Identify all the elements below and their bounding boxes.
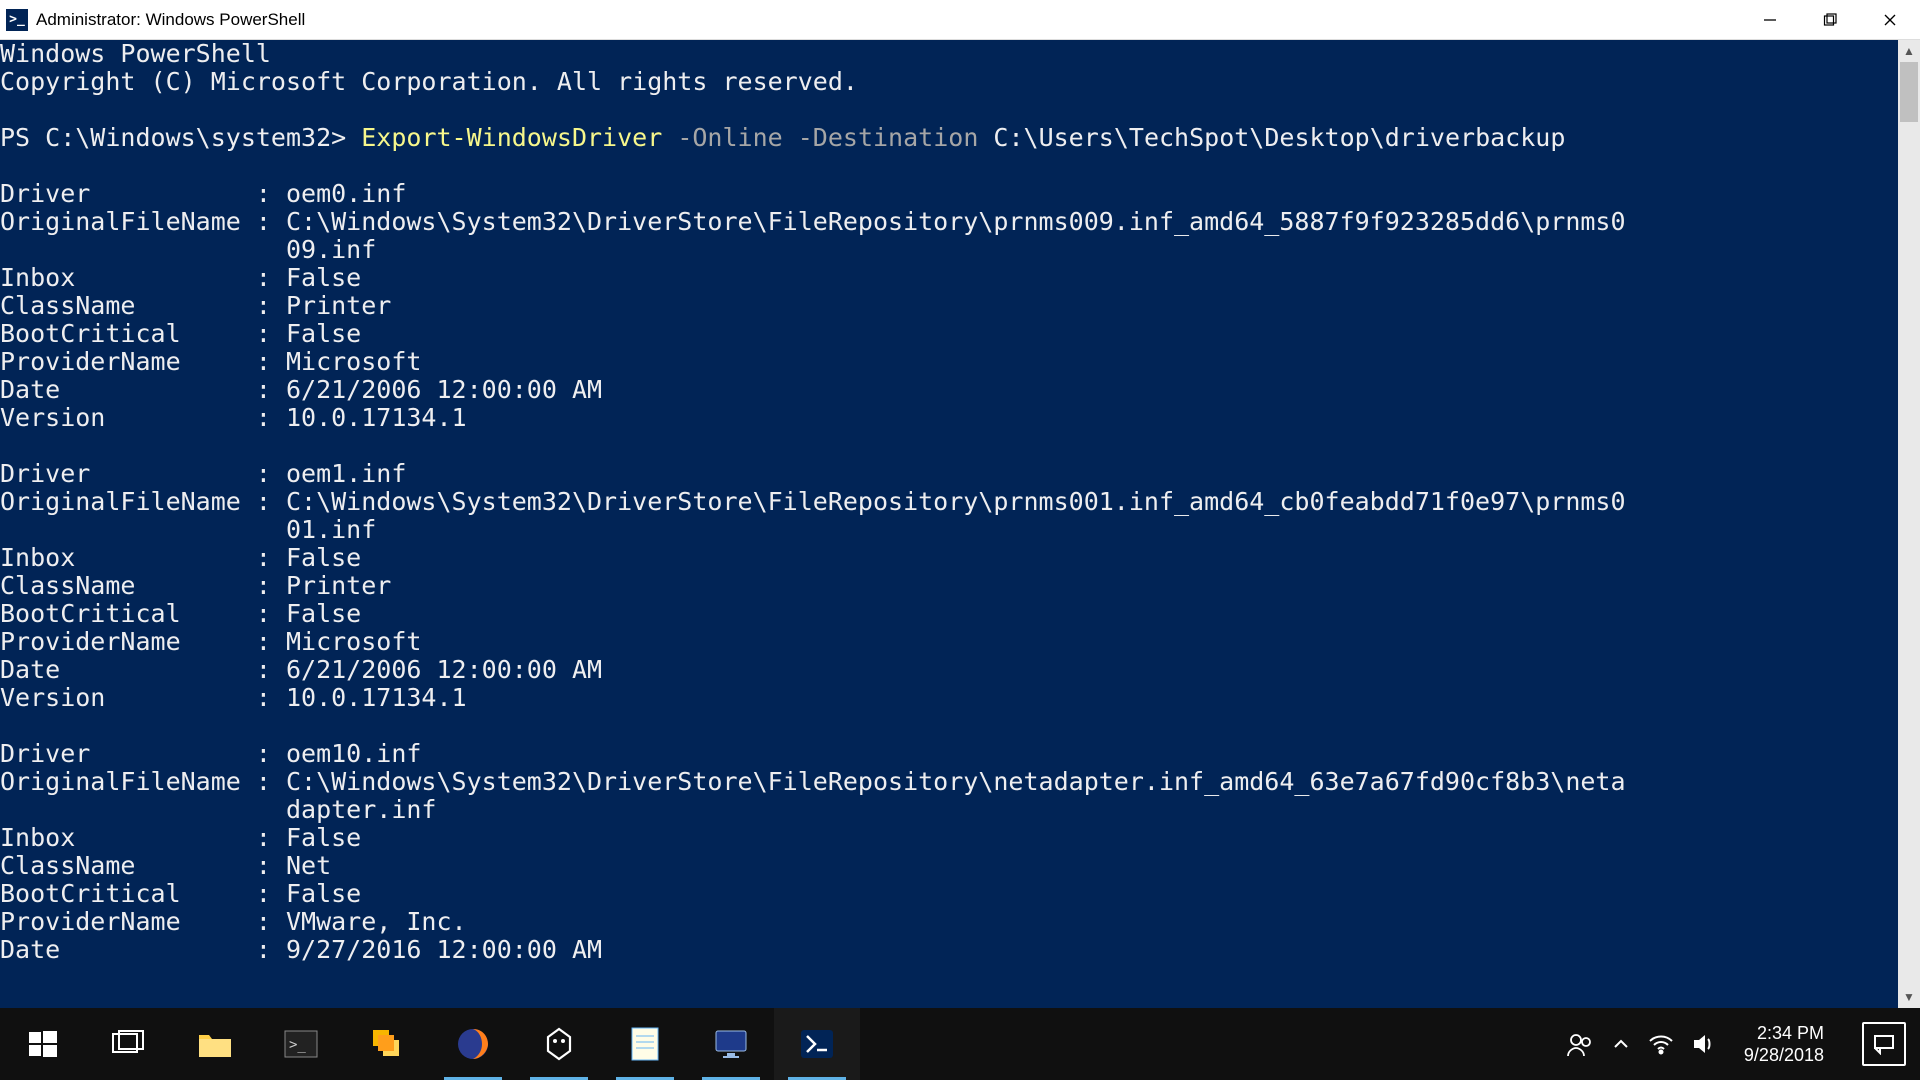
notepad-icon xyxy=(627,1026,663,1062)
scrollbar-track[interactable] xyxy=(1898,62,1920,986)
vmware-icon xyxy=(369,1026,405,1062)
clock-time: 2:34 PM xyxy=(1744,1022,1824,1044)
task-view-icon xyxy=(112,1030,146,1058)
task-view-button[interactable] xyxy=(86,1008,172,1080)
powershell-taskbar-icon xyxy=(799,1026,835,1062)
wifi-icon[interactable] xyxy=(1648,1033,1674,1055)
foobar-icon xyxy=(541,1026,577,1062)
volume-icon[interactable] xyxy=(1692,1033,1716,1055)
firefox-icon xyxy=(455,1026,491,1062)
taskbar-clock[interactable]: 2:34 PM 9/28/2018 xyxy=(1734,1022,1834,1066)
window-title: Administrator: Windows PowerShell xyxy=(36,10,305,30)
taskbar-powershell[interactable] xyxy=(774,1008,860,1080)
close-button[interactable] xyxy=(1860,0,1920,40)
titlebar[interactable]: >_ Administrator: Windows PowerShell xyxy=(0,0,1920,40)
scrollbar-thumb[interactable] xyxy=(1900,62,1918,122)
notification-icon xyxy=(1873,1033,1895,1055)
file-explorer-icon xyxy=(197,1026,233,1062)
svg-text:>_: >_ xyxy=(289,1037,306,1053)
action-center-button[interactable] xyxy=(1862,1022,1906,1066)
taskbar-file-explorer[interactable] xyxy=(172,1008,258,1080)
windows-logo-icon xyxy=(27,1028,59,1060)
clock-date: 9/28/2018 xyxy=(1744,1044,1824,1066)
taskbar-firefox[interactable] xyxy=(430,1008,516,1080)
terminal-icon: >_ xyxy=(283,1026,319,1062)
powershell-icon: >_ xyxy=(6,9,28,31)
system-tray: 2:34 PM 9/28/2018 xyxy=(1566,1022,1920,1066)
taskbar-vmware[interactable] xyxy=(344,1008,430,1080)
scroll-up-arrow-icon[interactable]: ▲ xyxy=(1898,40,1920,62)
powershell-window: >_ Administrator: Windows PowerShell Win… xyxy=(0,0,1920,1008)
people-icon[interactable] xyxy=(1566,1030,1594,1058)
taskbar-terminal[interactable]: >_ xyxy=(258,1008,344,1080)
scrollbar[interactable]: ▲ ▼ xyxy=(1898,40,1920,1008)
monitor-icon xyxy=(713,1026,749,1062)
taskbar: >_ xyxy=(0,1008,1920,1080)
taskbar-monitor[interactable] xyxy=(688,1008,774,1080)
taskbar-foobar[interactable] xyxy=(516,1008,602,1080)
scroll-down-arrow-icon[interactable]: ▼ xyxy=(1898,986,1920,1008)
maximize-button[interactable] xyxy=(1800,0,1860,40)
tray-chevron-up-icon[interactable] xyxy=(1612,1035,1630,1053)
start-button[interactable] xyxy=(0,1008,86,1080)
terminal-output[interactable]: Windows PowerShell Copyright (C) Microso… xyxy=(0,40,1898,1008)
minimize-button[interactable] xyxy=(1740,0,1800,40)
taskbar-notepad[interactable] xyxy=(602,1008,688,1080)
